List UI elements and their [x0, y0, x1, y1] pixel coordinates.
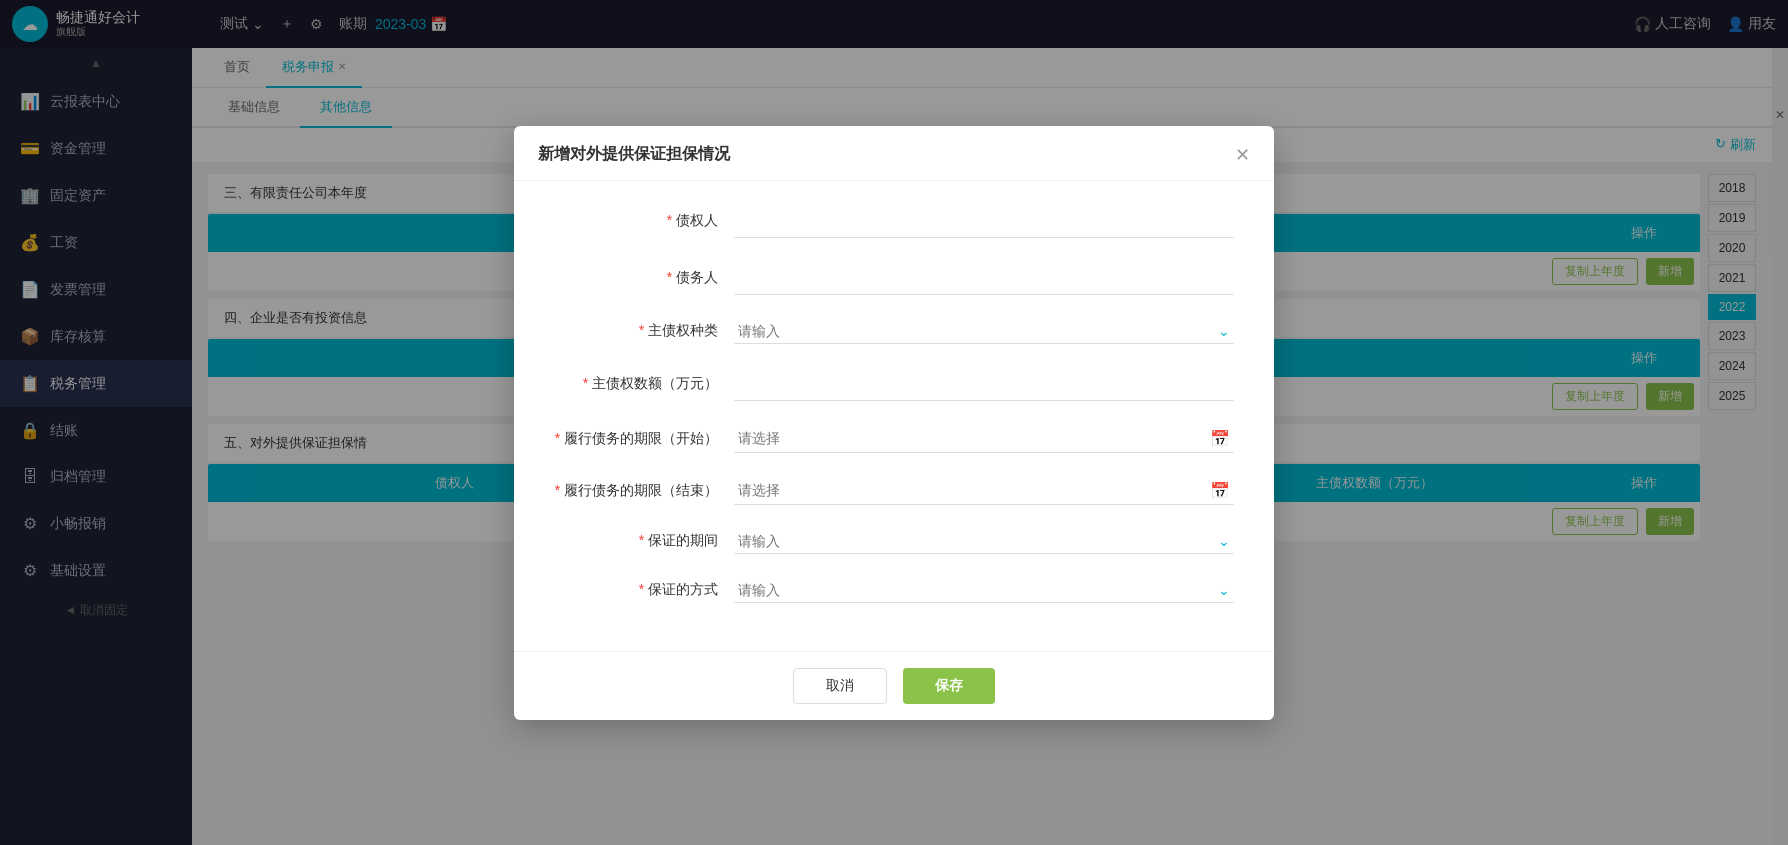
claim-type-input[interactable]: [738, 323, 1218, 339]
guarantee-period-input[interactable]: [738, 533, 1218, 549]
dialog-title: 新增对外提供保证担保情况: [538, 144, 730, 165]
form-row-debtor: * 债务人: [554, 262, 1234, 295]
debtor-label: * 债务人: [554, 269, 734, 287]
guarantee-method-select[interactable]: ⌄: [734, 578, 1234, 603]
claim-type-select[interactable]: ⌄: [734, 319, 1234, 344]
calendar-end-icon[interactable]: 📅: [1210, 481, 1230, 500]
claim-amount-label: * 主债权数额（万元）: [554, 375, 734, 393]
guarantee-period-select[interactable]: ⌄: [734, 529, 1234, 554]
form-row-guarantee-period: * 保证的期间 ⌄: [554, 529, 1234, 554]
form-row-creditor: * 债权人: [554, 205, 1234, 238]
creditor-input[interactable]: [734, 205, 1234, 238]
form-row-obligation-start: * 履行债务的期限（开始） 📅: [554, 425, 1234, 453]
guarantee-method-arrow: ⌄: [1218, 582, 1230, 598]
obligation-end-input[interactable]: [738, 482, 1210, 498]
guarantee-period-label: * 保证的期间: [554, 532, 734, 550]
dialog: 新增对外提供保证担保情况 ✕ * 债权人 * 债务人: [514, 126, 1274, 720]
obligation-end-label: * 履行债务的期限（结束）: [554, 482, 734, 500]
guarantee-period-arrow: ⌄: [1218, 533, 1230, 549]
dialog-body: * 债权人 * 债务人 * 主债权种类: [514, 181, 1274, 651]
debtor-input[interactable]: [734, 262, 1234, 295]
obligation-start-input[interactable]: [738, 430, 1210, 446]
form-row-claim-amount: * 主债权数额（万元）: [554, 368, 1234, 401]
calendar-start-icon[interactable]: 📅: [1210, 429, 1230, 448]
dialog-overlay: 新增对外提供保证担保情况 ✕ * 债权人 * 债务人: [0, 0, 1788, 845]
obligation-start-label: * 履行债务的期限（开始）: [554, 430, 734, 448]
claim-type-arrow: ⌄: [1218, 323, 1230, 339]
form-row-obligation-end: * 履行债务的期限（结束） 📅: [554, 477, 1234, 505]
dialog-close-button[interactable]: ✕: [1235, 144, 1250, 166]
form-row-guarantee-method: * 保证的方式 ⌄: [554, 578, 1234, 603]
dialog-footer: 取消 保存: [514, 651, 1274, 720]
claim-type-label: * 主债权种类: [554, 322, 734, 340]
cancel-button[interactable]: 取消: [793, 668, 887, 704]
claim-amount-input[interactable]: [734, 368, 1234, 401]
creditor-label: * 债权人: [554, 212, 734, 230]
form-row-claim-type: * 主债权种类 ⌄: [554, 319, 1234, 344]
save-button[interactable]: 保存: [903, 668, 995, 704]
dialog-header: 新增对外提供保证担保情况 ✕: [514, 126, 1274, 181]
obligation-end-date[interactable]: 📅: [734, 477, 1234, 505]
obligation-start-date[interactable]: 📅: [734, 425, 1234, 453]
guarantee-method-input[interactable]: [738, 582, 1218, 598]
guarantee-method-label: * 保证的方式: [554, 581, 734, 599]
